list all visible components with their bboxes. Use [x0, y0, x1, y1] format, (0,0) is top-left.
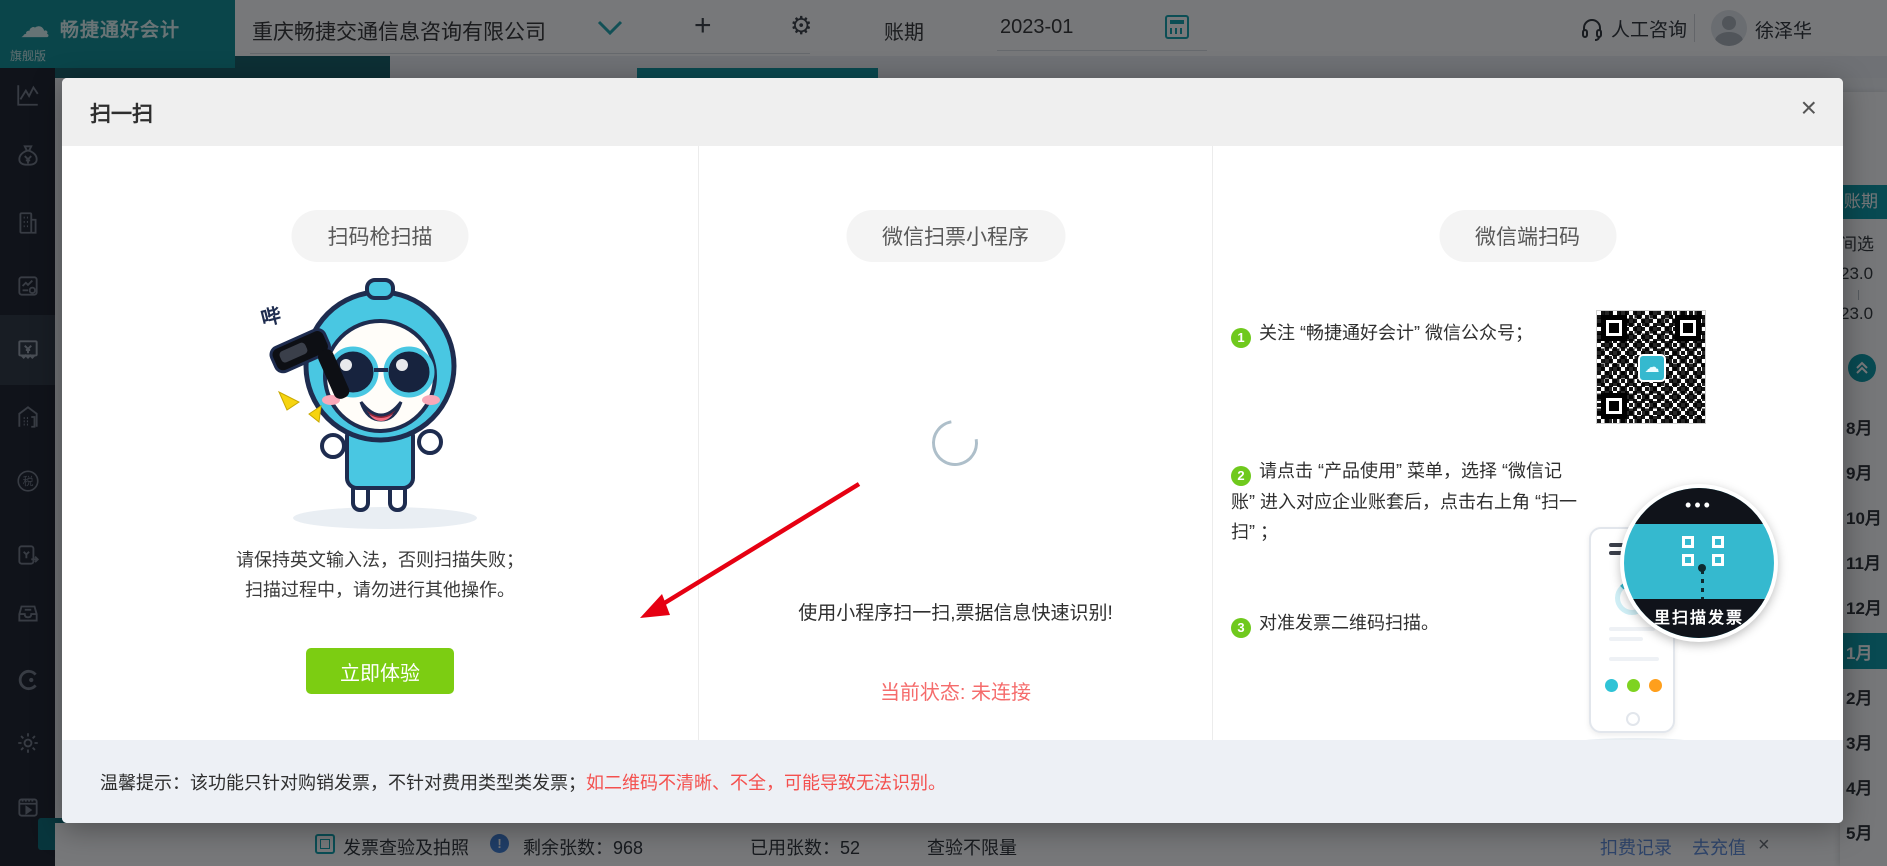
phone-menu-dots: •••: [1624, 488, 1774, 524]
qr-center-logo: ☁: [1638, 354, 1666, 382]
phone-home-button: [1626, 712, 1640, 726]
scanner-tip-line-1: 请保持英文输入法，否则扫描失败；: [236, 550, 524, 570]
step-2: 2 请点击 “产品使用” 菜单，选择 “微信记账” 进入对应企业账套后，点击右上角…: [1231, 456, 1583, 548]
qr-finder-pattern: [1601, 393, 1627, 419]
qr-finder-pattern: [1601, 315, 1627, 341]
loading-spinner: [922, 410, 988, 476]
step-3-text: 对准发票二维码扫描。: [1259, 613, 1439, 633]
wechat-scan-heading: 微信端扫码: [1439, 210, 1616, 262]
scan-frame-icon: [1682, 536, 1724, 566]
phone-action-dots: [1605, 679, 1662, 692]
dialog-close-icon[interactable]: ×: [1801, 94, 1817, 122]
qr-finder-pattern: [1675, 315, 1701, 341]
step-2-badge: 2: [1231, 466, 1251, 487]
dialog-body: 扫码枪扫描 哔 请保持英文输入法，否则扫描失败； 扫描过程中，请勿进行其他操作。…: [62, 146, 1843, 752]
step-3-badge: 3: [1231, 618, 1251, 639]
footer-tip-red: 如二维码不清晰、不全，可能导致无法识别。: [586, 772, 946, 793]
scan-dialog: 扫一扫 × 扫码枪扫描 哔 请保持英文输入法，否则扫描失败； 扫描过程中，请勿进…: [62, 78, 1843, 823]
step-2-text: 请点击 “产品使用” 菜单，选择 “微信记账” 进入对应企业账套后，点击右上角 …: [1231, 461, 1577, 543]
connection-status: 当前状态: 未连接: [879, 682, 1032, 704]
step-3: 3 对准发票二维码扫描。: [1231, 608, 1583, 639]
scanner-gun-heading: 扫码枪扫描: [291, 210, 469, 262]
step-1-badge: 1: [1231, 328, 1251, 349]
scanner-gun-section: 扫码枪扫描 哔 请保持英文输入法，否则扫描失败； 扫描过程中，请勿进行其他操作。…: [62, 146, 698, 740]
footer-tip-black: 温馨提示：该功能只针对购销发票，不针对费用类型类发票；: [100, 772, 586, 793]
miniprogram-section: 微信扫票小程序 使用小程序扫一扫,票据信息快速识别! 当前状态: 未连接: [698, 146, 1212, 740]
step-1-text: 关注 “畅捷通好会计” 微信公众号；: [1259, 323, 1533, 343]
dialog-header: 扫一扫 ×: [62, 78, 1843, 146]
scanner-tip-line-2: 扫描过程中，请勿进行其他操作。: [245, 580, 515, 600]
miniprogram-heading: 微信扫票小程序: [846, 210, 1065, 262]
official-account-qr-code: ☁: [1596, 310, 1706, 424]
scan-caption: 里扫描发票: [1624, 599, 1774, 638]
dialog-footer: 温馨提示：该功能只针对购销发票，不针对费用类型类发票； 如二维码不清晰、不全，可能…: [62, 740, 1843, 823]
wechat-scan-section: 微信端扫码 1 关注 “畅捷通好会计” 微信公众号； 2 请点击 “产品使用” 菜单…: [1212, 146, 1842, 752]
try-now-button[interactable]: 立即体验: [306, 648, 454, 694]
step-1: 1 关注 “畅捷通好会计” 微信公众号；: [1231, 318, 1583, 349]
mascot-sound-text: 哔: [259, 304, 284, 331]
miniprogram-desc: 使用小程序扫一扫,票据信息快速识别!: [798, 603, 1113, 624]
scan-zoom-circle: ••• 里扫描发票: [1620, 484, 1778, 642]
dialog-title: 扫一扫: [90, 103, 153, 126]
mascot-illustration: 哔: [259, 278, 477, 529]
